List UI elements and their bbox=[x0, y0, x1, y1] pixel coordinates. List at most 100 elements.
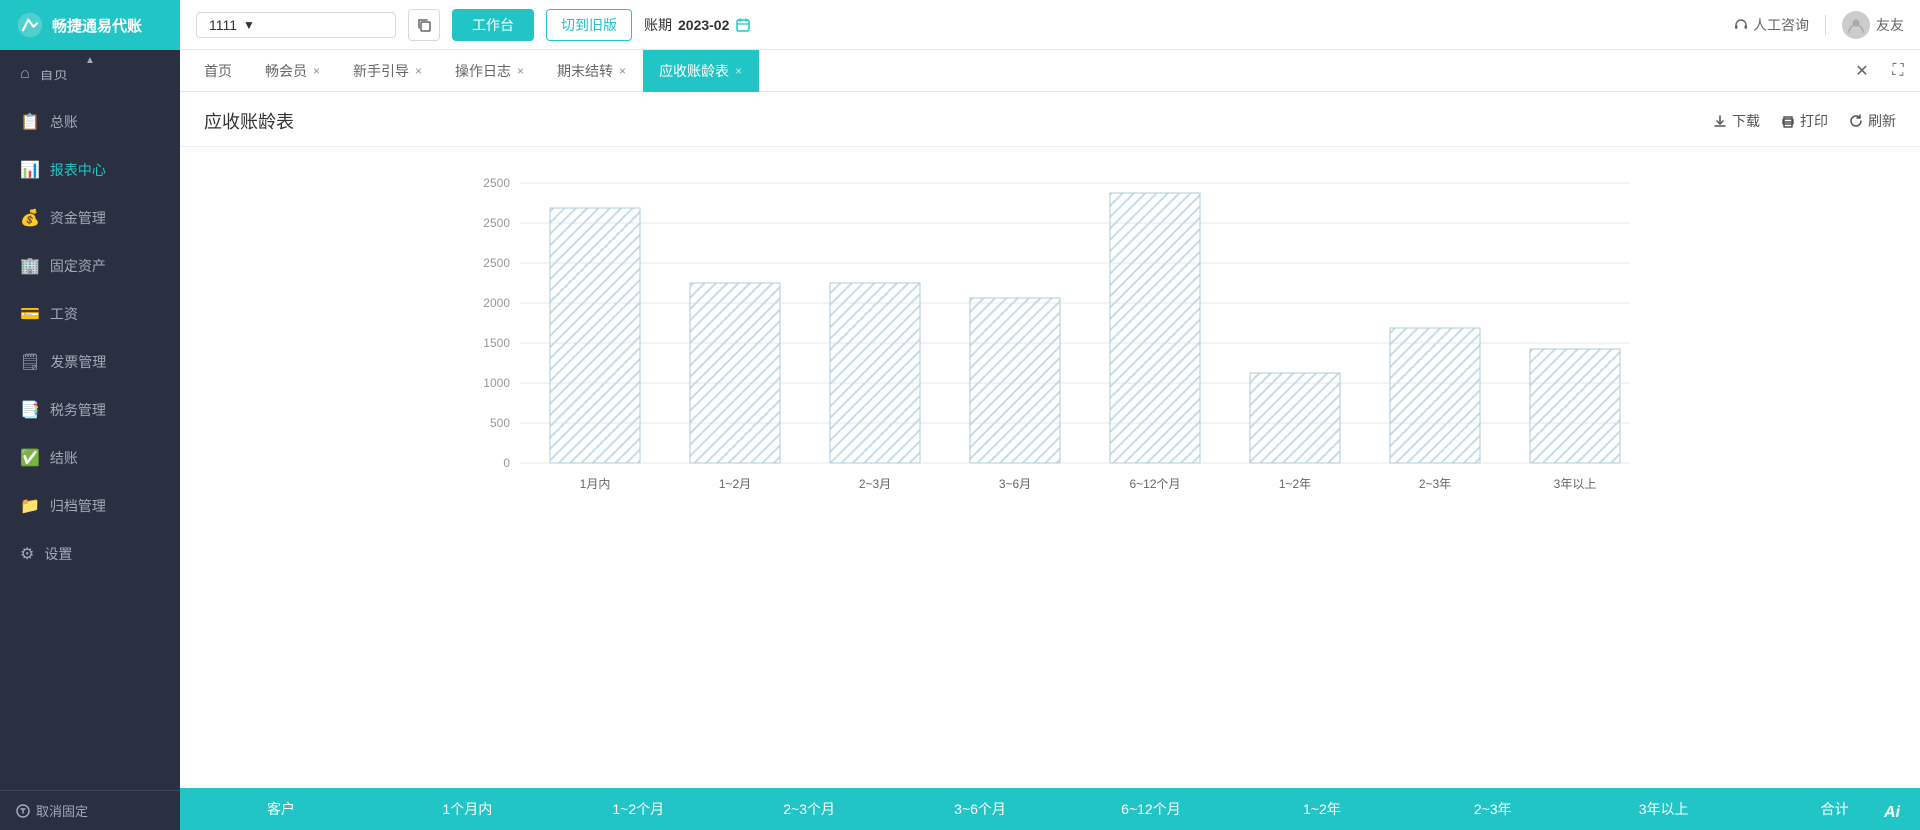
tab-close-oplog[interactable]: × bbox=[517, 65, 524, 77]
company-name: 1111 bbox=[209, 17, 237, 33]
sidebar-scroll-up[interactable]: ▲ bbox=[0, 50, 180, 70]
tab-label-guide: 新手引导 bbox=[353, 61, 409, 81]
svg-text:1500: 1500 bbox=[483, 336, 510, 350]
user-area[interactable]: 友友 bbox=[1842, 11, 1904, 39]
chevron-down-icon: ▼ bbox=[243, 18, 255, 32]
salary-icon: 💳 bbox=[20, 304, 40, 324]
cancel-fixed-label: 取消固定 bbox=[36, 801, 88, 820]
headset-icon bbox=[1733, 17, 1749, 33]
tab-close-member[interactable]: × bbox=[313, 65, 320, 77]
settings-icon: ⚙ bbox=[20, 544, 34, 564]
page-actions: 下载 打印 bbox=[1712, 111, 1896, 131]
switch-version-button[interactable]: 切到旧版 bbox=[546, 9, 632, 41]
download-button[interactable]: 下载 bbox=[1712, 111, 1760, 131]
download-icon bbox=[1712, 113, 1728, 129]
tab-period_end[interactable]: 期末结转 × bbox=[541, 50, 643, 92]
tab-member[interactable]: 畅会员 × bbox=[249, 50, 337, 92]
consult-button[interactable]: 人工咨询 bbox=[1733, 15, 1809, 35]
sidebar-label-report: 报表中心 bbox=[50, 160, 106, 180]
refresh-label: 刷新 bbox=[1868, 111, 1896, 131]
svg-text:1~2月: 1~2月 bbox=[719, 477, 751, 491]
close-tab-button[interactable]: ✕ bbox=[1848, 57, 1876, 85]
svg-text:0: 0 bbox=[503, 456, 510, 470]
sidebar-item-archive[interactable]: 📁 归档管理 bbox=[0, 482, 180, 530]
tabs-bar: 首页 畅会员 × 新手引导 × 操作日志 × 期末结转 × 应收账龄表 × ✕ ⛶ bbox=[180, 50, 1920, 92]
sidebar-item-salary[interactable]: 💳 工资 bbox=[0, 290, 180, 338]
print-button[interactable]: 打印 bbox=[1780, 111, 1828, 131]
svg-text:3~6月: 3~6月 bbox=[999, 477, 1031, 491]
pin-icon bbox=[16, 804, 30, 818]
maximize-button[interactable]: ⛶ bbox=[1884, 57, 1912, 85]
table-header-1~2个月: 1~2个月 bbox=[553, 799, 724, 819]
archive-icon: 📁 bbox=[20, 496, 40, 516]
tab-home[interactable]: 首页 bbox=[188, 50, 249, 92]
avatar bbox=[1842, 11, 1870, 39]
bar-3年以上 bbox=[1530, 349, 1620, 463]
calendar-icon[interactable] bbox=[735, 17, 751, 33]
page-title: 应收账龄表 bbox=[204, 108, 294, 134]
copy-button[interactable] bbox=[408, 9, 440, 41]
sidebar-label-fund: 资金管理 bbox=[50, 208, 106, 228]
bar-1月内 bbox=[550, 208, 640, 463]
sidebar-label-checkout: 结账 bbox=[50, 448, 78, 468]
user-name: 友友 bbox=[1876, 15, 1904, 35]
page-header: 应收账龄表 下载 bbox=[180, 92, 1920, 147]
tab-oplog[interactable]: 操作日志 × bbox=[439, 50, 541, 92]
report-icon: 📊 bbox=[20, 160, 40, 180]
print-label: 打印 bbox=[1800, 111, 1828, 131]
sidebar-label-asset: 固定资产 bbox=[50, 256, 106, 276]
svg-text:6~12个月: 6~12个月 bbox=[1129, 477, 1180, 491]
table-header-2~3年: 2~3年 bbox=[1407, 799, 1578, 819]
tab-label-member: 畅会员 bbox=[265, 61, 307, 81]
table-header-bar: 客户1个月内1~2个月2~3个月3~6个月6~12个月1~2年2~3年3年以上合… bbox=[180, 788, 1920, 830]
sidebar-item-fund[interactable]: 💰 资金管理 bbox=[0, 194, 180, 242]
consult-label: 人工咨询 bbox=[1753, 15, 1809, 35]
tab-aging[interactable]: 应收账龄表 × bbox=[643, 50, 759, 92]
table-header-6~12个月: 6~12个月 bbox=[1066, 799, 1237, 819]
bar-1~2月 bbox=[690, 283, 780, 463]
table-header-1~2年: 1~2年 bbox=[1236, 799, 1407, 819]
sidebar-label-salary: 工资 bbox=[50, 304, 78, 324]
sidebar-item-checkout[interactable]: ✅ 结账 bbox=[0, 434, 180, 482]
sidebar-item-asset[interactable]: 🏢 固定资产 bbox=[0, 242, 180, 290]
tab-label-aging: 应收账龄表 bbox=[659, 61, 729, 81]
sidebar-item-invoice[interactable]: 🗒 发票管理 bbox=[0, 338, 180, 386]
period-value: 2023-02 bbox=[678, 17, 729, 33]
svg-text:2500: 2500 bbox=[483, 256, 510, 270]
tab-label-oplog: 操作日志 bbox=[455, 61, 511, 81]
tab-close-period_end[interactable]: × bbox=[619, 65, 626, 77]
table-header-1个月内: 1个月内 bbox=[382, 799, 553, 819]
divider bbox=[1825, 15, 1826, 35]
bar-2~3月 bbox=[830, 283, 920, 463]
sidebar-nav: ⌂ 首页📋 总账📊 报表中心💰 资金管理🏢 固定资产💳 工资🗒 发票管理📑 bbox=[0, 50, 180, 578]
svg-text:2~3年: 2~3年 bbox=[1419, 477, 1451, 491]
refresh-button[interactable]: 刷新 bbox=[1848, 111, 1896, 131]
svg-text:1000: 1000 bbox=[483, 376, 510, 390]
asset-icon: 🏢 bbox=[20, 256, 40, 276]
sidebar-label-archive: 归档管理 bbox=[50, 496, 106, 516]
tab-close-guide[interactable]: × bbox=[415, 65, 422, 77]
checkout-icon: ✅ bbox=[20, 448, 40, 468]
cancel-fixed-button[interactable]: 取消固定 bbox=[0, 790, 180, 830]
workbench-button[interactable]: 工作台 bbox=[452, 9, 534, 41]
print-icon bbox=[1780, 113, 1796, 129]
svg-text:1~2年: 1~2年 bbox=[1279, 477, 1311, 491]
sidebar-item-settings[interactable]: ⚙ 设置 bbox=[0, 530, 180, 578]
chart-wrapper: 2500 2500 2500 2000 1500 1000 500 0 bbox=[204, 163, 1896, 772]
content-area: 首页 畅会员 × 新手引导 × 操作日志 × 期末结转 × 应收账龄表 × ✕ ⛶ 应收账龄表 下载 bbox=[180, 50, 1920, 830]
svg-text:2000: 2000 bbox=[483, 296, 510, 310]
sidebar-item-ledger[interactable]: 📋 总账 bbox=[0, 98, 180, 146]
sidebar-item-report[interactable]: 📊 报表中心 bbox=[0, 146, 180, 194]
tab-close-aging[interactable]: × bbox=[735, 65, 742, 77]
tab-label-period_end: 期末结转 bbox=[557, 61, 613, 81]
svg-text:3年以上: 3年以上 bbox=[1554, 477, 1597, 491]
bar-2~3年 bbox=[1390, 328, 1480, 463]
tab-label-home: 首页 bbox=[204, 61, 232, 81]
sidebar-item-tax[interactable]: 📑 税务管理 bbox=[0, 386, 180, 434]
logo: 畅捷通易代账 bbox=[0, 0, 180, 50]
tab-guide[interactable]: 新手引导 × bbox=[337, 50, 439, 92]
download-label: 下载 bbox=[1732, 111, 1760, 131]
period-label: 账期 bbox=[644, 15, 672, 35]
company-selector[interactable]: 1111 ▼ bbox=[196, 12, 396, 38]
sidebar-label-ledger: 总账 bbox=[50, 112, 78, 132]
